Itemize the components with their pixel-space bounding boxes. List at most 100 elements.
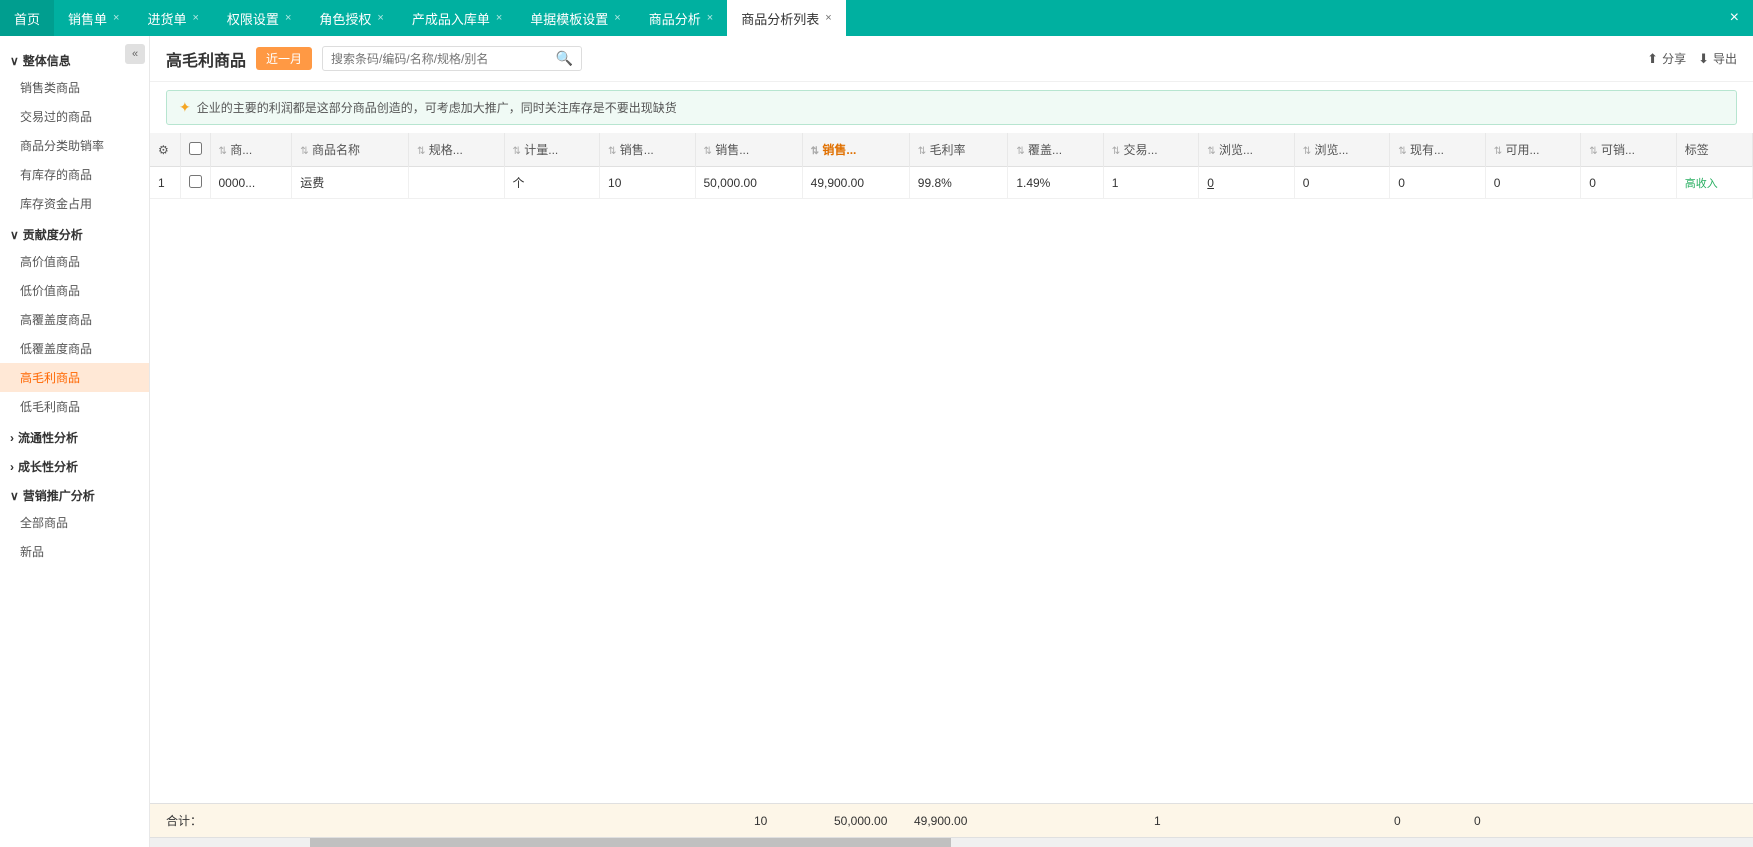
sidebar-item-sales-goods[interactable]: 销售类商品	[0, 73, 149, 102]
cell-sales2: 50,000.00	[695, 167, 802, 199]
nav-sales[interactable]: 销售单 ×	[54, 0, 133, 36]
row-checkbox[interactable]	[189, 175, 202, 188]
col-unit[interactable]: ⇅ 计量...	[504, 133, 599, 167]
arrow-down-icon: ∨	[10, 489, 19, 503]
sidebar-item-stock-capital[interactable]: 库存资金占用	[0, 189, 149, 218]
horizontal-scrollbar[interactable]	[150, 837, 1753, 847]
sort-icon: ⇅	[1398, 146, 1406, 157]
sidebar-section-contribution[interactable]: ∨ 贡献度分析	[0, 218, 149, 247]
sidebar-item-low-coverage[interactable]: 低覆盖度商品	[0, 334, 149, 363]
sidebar-item-traded-goods[interactable]: 交易过的商品	[0, 102, 149, 131]
sidebar-item-low-margin[interactable]: 低毛利商品	[0, 392, 149, 421]
sort-icon: ⇅	[300, 146, 308, 157]
col-browse2[interactable]: ⇅ 浏览...	[1294, 133, 1389, 167]
sidebar-item-category-rate[interactable]: 商品分类助销率	[0, 131, 149, 160]
cell-gross-rate: 99.8%	[909, 167, 1008, 199]
sort-icon: ⇅	[513, 146, 521, 157]
nav-home[interactable]: 首页	[0, 0, 54, 36]
sort-icon: ⇅	[1589, 146, 1597, 157]
sidebar-item-new-goods[interactable]: 新品	[0, 537, 149, 566]
arrow-right-icon: ›	[10, 460, 14, 474]
nav-permission[interactable]: 权限设置 ×	[213, 0, 305, 36]
col-saleable[interactable]: ⇅ 可销...	[1581, 133, 1676, 167]
total-available: 0	[1466, 814, 1546, 828]
close-icon[interactable]: ×	[192, 12, 198, 24]
col-spec[interactable]: ⇅ 规格...	[409, 133, 504, 167]
col-checkbox[interactable]	[180, 133, 210, 167]
close-icon[interactable]: ×	[113, 12, 119, 24]
close-icon[interactable]: ×	[614, 12, 620, 24]
total-sales2: 50,000.00	[826, 814, 906, 828]
cell-spec	[409, 167, 504, 199]
sort-icon: ⇅	[918, 146, 926, 157]
nav-purchase[interactable]: 进货单 ×	[133, 0, 212, 36]
nav-template[interactable]: 单据模板设置 ×	[516, 0, 634, 36]
sort-icon: ⇅	[704, 146, 712, 157]
sidebar-section-marketing[interactable]: ∨ 营销推广分析	[0, 479, 149, 508]
col-trade[interactable]: ⇅ 交易...	[1103, 133, 1198, 167]
search-box[interactable]: 🔍	[322, 46, 582, 71]
select-all-checkbox[interactable]	[189, 142, 202, 155]
sidebar-item-high-coverage[interactable]: 高覆盖度商品	[0, 305, 149, 334]
cell-browse1[interactable]: 0	[1199, 167, 1294, 199]
nav-product-analysis[interactable]: 商品分析 ×	[635, 0, 727, 36]
sort-icon: ⇅	[1112, 146, 1120, 157]
arrow-down-icon: ∨	[10, 54, 19, 68]
info-banner: ✦ 企业的主要的利润都是这部分商品创造的，可考虑加大推广，同时关注库存是不要出现…	[166, 90, 1737, 125]
sort-icon: ⇅	[219, 146, 227, 157]
sidebar-item-high-margin[interactable]: 高毛利商品	[0, 363, 149, 392]
col-sales3[interactable]: ⇅ 销售...	[802, 133, 909, 167]
share-button[interactable]: ⬆ 分享	[1647, 50, 1686, 67]
sidebar-item-all-goods[interactable]: 全部商品	[0, 508, 149, 537]
page-title: 高毛利商品	[166, 47, 246, 71]
col-name[interactable]: ⇅ 商品名称	[292, 133, 409, 167]
sort-icon: ⇅	[608, 146, 616, 157]
cell-checkbox[interactable]	[180, 167, 210, 199]
total-sales1: 10	[746, 814, 826, 828]
cell-code[interactable]: 0000...	[210, 167, 292, 199]
table-row: 1 0000... 运费 个 10 50,000.00 49,900.00 99…	[150, 167, 1753, 199]
col-sales1[interactable]: ⇅ 销售...	[600, 133, 695, 167]
data-table-wrapper: ⚙ ⇅ 商... ⇅ 商品名称 ⇅ 规格... ⇅ 计量... ⇅ 销售... …	[150, 133, 1753, 803]
close-icon[interactable]: ×	[377, 12, 383, 24]
cell-available: 0	[1485, 167, 1580, 199]
close-icon[interactable]: ×	[825, 12, 831, 24]
sidebar-item-stock-goods[interactable]: 有库存的商品	[0, 160, 149, 189]
search-input[interactable]	[331, 52, 556, 66]
sidebar-section-growth[interactable]: › 成长性分析	[0, 450, 149, 479]
sort-icon: ⇅	[1207, 146, 1215, 157]
export-icon: ⬇	[1698, 51, 1709, 67]
nav-role[interactable]: 角色授权 ×	[305, 0, 397, 36]
cell-trade: 1	[1103, 167, 1198, 199]
col-current[interactable]: ⇅ 现有...	[1390, 133, 1485, 167]
sidebar-item-high-value[interactable]: 高价值商品	[0, 247, 149, 276]
col-coverage[interactable]: ⇅ 覆盖...	[1008, 133, 1103, 167]
col-gross-rate[interactable]: ⇅ 毛利率	[909, 133, 1008, 167]
col-available[interactable]: ⇅ 可用...	[1485, 133, 1580, 167]
col-sales2[interactable]: ⇅ 销售...	[695, 133, 802, 167]
nav-product-entry[interactable]: 产成品入库单 ×	[398, 0, 516, 36]
close-icon[interactable]: ×	[496, 12, 502, 24]
top-nav: 首页 销售单 × 进货单 × 权限设置 × 角色授权 × 产成品入库单 × 单据…	[0, 0, 1753, 36]
content-area: 高毛利商品 近一月 🔍 ⬆ 分享 ⬇ 导出 ✦ 企业的主要的利润都是这部分商品创…	[150, 36, 1753, 847]
export-button[interactable]: ⬇ 导出	[1698, 50, 1737, 67]
global-close-button[interactable]: ×	[1716, 9, 1753, 27]
sort-icon: ⇅	[1494, 146, 1502, 157]
cell-unit: 个	[504, 167, 599, 199]
share-icon: ⬆	[1647, 51, 1658, 67]
close-icon[interactable]: ×	[285, 12, 291, 24]
arrow-down-icon: ∨	[10, 228, 19, 242]
sidebar-collapse-button[interactable]: «	[125, 44, 145, 64]
col-settings[interactable]: ⚙	[150, 133, 180, 167]
search-icon[interactable]: 🔍	[556, 50, 573, 67]
sidebar-section-liquidity[interactable]: › 流通性分析	[0, 421, 149, 450]
col-browse1[interactable]: ⇅ 浏览...	[1199, 133, 1294, 167]
col-code[interactable]: ⇅ 商...	[210, 133, 292, 167]
date-filter-button[interactable]: 近一月	[256, 47, 312, 70]
content-header: 高毛利商品 近一月 🔍 ⬆ 分享 ⬇ 导出	[150, 36, 1753, 82]
sidebar-item-low-value[interactable]: 低价值商品	[0, 276, 149, 305]
header-actions: ⬆ 分享 ⬇ 导出	[1647, 50, 1737, 67]
nav-product-analysis-list[interactable]: 商品分析列表 ×	[727, 0, 845, 36]
col-tag: 标签	[1676, 133, 1752, 167]
close-icon[interactable]: ×	[707, 12, 713, 24]
